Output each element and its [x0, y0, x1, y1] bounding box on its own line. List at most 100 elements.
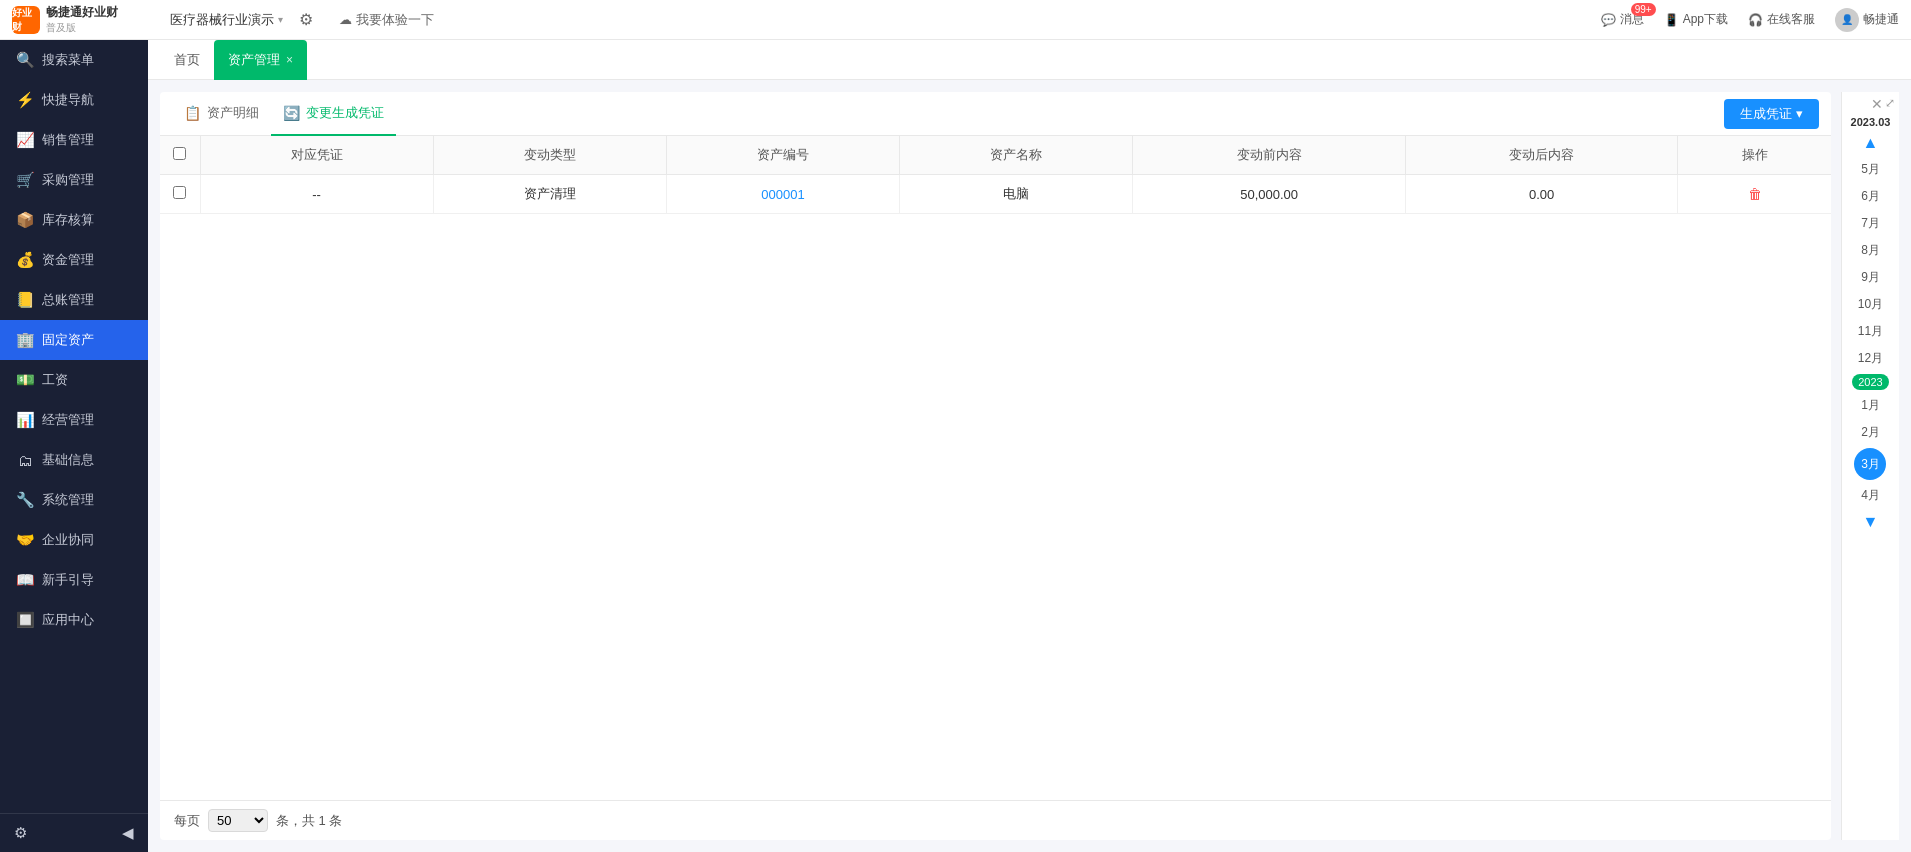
scroll-down-icon[interactable]: ▼ [1842, 509, 1899, 535]
finance-icon: 💰 [16, 251, 34, 269]
sidebar-item-guide[interactable]: 📖 新手引导 [0, 560, 148, 600]
sidebar-bottom: ⚙ ◀ [0, 813, 148, 852]
app-icon: 📱 [1664, 13, 1679, 27]
payroll-icon: 💵 [16, 371, 34, 389]
right-panel-close-icon[interactable]: ✕ [1871, 96, 1883, 112]
row-voucher: -- [200, 175, 433, 214]
delete-button[interactable]: 🗑 [1748, 186, 1762, 202]
collapse-icon[interactable]: ◀ [122, 824, 134, 842]
top-header: 好业财 畅捷通好业财 普及版 医疗器械行业演示 ▾ ⚙ ☁ 我要体验一下 💬 消… [0, 0, 1911, 40]
sidebar-item-payroll[interactable]: 💵工资 [0, 360, 148, 400]
generate-voucher-button[interactable]: 生成凭证 ▾ [1724, 99, 1819, 129]
sidebar-items: 🔍搜索菜单⚡快捷导航📈销售管理🛒采购管理📦库存核算💰资金管理 📒 总账管理 🏢固定资产… [0, 40, 148, 640]
guide-icon: 📖 [16, 571, 34, 589]
search-icon: 🔍 [16, 51, 34, 69]
month-item[interactable]: 7月 [1852, 210, 1888, 237]
scroll-up-icon[interactable]: ▲ [1842, 130, 1899, 156]
logo-text-block: 畅捷通好业财 普及版 [46, 4, 118, 35]
generate-voucher-label: 生成凭证 [1740, 105, 1792, 123]
tab-assets[interactable]: 资产管理 × [214, 40, 307, 80]
sidebar-item-label: 企业协同 [42, 531, 94, 549]
notification-icon: 💬 [1601, 13, 1616, 27]
sidebar-item-inventory[interactable]: 📦库存核算 [0, 200, 148, 240]
select-all-checkbox[interactable] [173, 147, 186, 160]
table-header-row: 对应凭证 变动类型 资产编号 资产名称 变动前内容 变动后内容 操作 [160, 136, 1831, 175]
month-item[interactable]: 10月 [1852, 291, 1888, 318]
col-action: 操作 [1678, 136, 1831, 175]
sidebar-item-fixed[interactable]: 🏢固定资产 [0, 320, 148, 360]
sidebar-item-quicknav[interactable]: ⚡快捷导航 [0, 80, 148, 120]
month-item[interactable]: 6月 [1852, 183, 1888, 210]
change-voucher-icon: 🔄 [283, 105, 300, 121]
row-after: 0.00 [1405, 175, 1678, 214]
notification-badge: 99+ [1631, 3, 1656, 16]
row-checkbox[interactable] [173, 186, 186, 199]
sidebar-item-appstore[interactable]: 🔲应用中心 [0, 600, 148, 640]
sidebar-item-label: 新手引导 [42, 571, 94, 589]
company-selector[interactable]: 医疗器械行业演示 ▾ [170, 11, 283, 29]
sub-tab-change-voucher-label: 变更生成凭证 [306, 104, 384, 122]
purchase-icon: 🛒 [16, 171, 34, 189]
sidebar-item-ledger[interactable]: 📒 总账管理 [0, 280, 148, 320]
ledger-icon: 📒 [16, 291, 34, 309]
app-download-item[interactable]: 📱 App下载 [1664, 11, 1728, 28]
sidebar-item-label: 基础信息 [42, 451, 94, 469]
sidebar-item-label: 系统管理 [42, 491, 94, 509]
right-panel-expand-icon[interactable]: ⤢ [1885, 96, 1895, 112]
sub-tab-asset-detail[interactable]: 📋 资产明细 [172, 92, 271, 136]
month-item[interactable]: 4月 [1852, 482, 1888, 509]
logo-app-name: 畅捷通好业财 [46, 4, 118, 21]
total-label: 条，共 1 条 [276, 812, 342, 830]
month-item[interactable]: 3月 [1854, 448, 1886, 480]
chevron-down-icon: ▾ [278, 14, 283, 25]
sidebar-item-purchase[interactable]: 🛒采购管理 [0, 160, 148, 200]
sub-tab-change-voucher[interactable]: 🔄 变更生成凭证 [271, 92, 396, 136]
month-item[interactable]: 8月 [1852, 237, 1888, 264]
sidebar-item-system[interactable]: 🔧 系统管理 [0, 480, 148, 520]
logo-area: 好业财 畅捷通好业财 普及版 [12, 4, 160, 35]
sidebar-item-label: 库存核算 [42, 211, 94, 229]
tab-home[interactable]: 首页 [160, 40, 214, 80]
sidebar-item-operations[interactable]: 📊 经营管理 [0, 400, 148, 440]
tab-close-icon[interactable]: × [286, 40, 293, 80]
col-after: 变动后内容 [1405, 136, 1678, 175]
operations-icon: 📊 [16, 411, 34, 429]
customer-service-item[interactable]: 🎧 在线客服 [1748, 11, 1815, 28]
month-item[interactable]: 9月 [1852, 264, 1888, 291]
col-voucher: 对应凭证 [200, 136, 433, 175]
month-item[interactable]: 1月 [1852, 392, 1888, 419]
page-content: 首页 资产管理 × 📋 资产明细 🔄 变更生成凭证 [148, 40, 1911, 852]
pagination-bar: 每页 50 10 20 100 条，共 1 条 [160, 800, 1831, 840]
month-item[interactable]: 12月 [1852, 345, 1888, 372]
per-page-select[interactable]: 50 10 20 100 [208, 809, 268, 832]
system-icon: 🔧 [16, 491, 34, 509]
month-item[interactable]: 2月 [1852, 419, 1888, 446]
experience-button[interactable]: ☁ 我要体验一下 [339, 11, 434, 29]
main-layout: 🔍搜索菜单⚡快捷导航📈销售管理🛒采购管理📦库存核算💰资金管理 📒 总账管理 🏢固定资产… [0, 40, 1911, 852]
row-before: 50,000.00 [1133, 175, 1406, 214]
change-voucher-table: 对应凭证 变动类型 资产编号 资产名称 变动前内容 变动后内容 操作 [160, 136, 1831, 214]
sidebar-item-label: 总账管理 [42, 291, 94, 309]
month-item[interactable]: 11月 [1852, 318, 1888, 345]
row-action: 🗑 [1678, 175, 1831, 214]
sidebar-item-finance[interactable]: 💰资金管理 [0, 240, 148, 280]
settings-bottom-icon[interactable]: ⚙ [14, 824, 27, 842]
appstore-icon: 🔲 [16, 611, 34, 629]
notification-item[interactable]: 💬 消息 99+ [1601, 11, 1644, 28]
sidebar-item-label: 快捷导航 [42, 91, 94, 109]
experience-label: 我要体验一下 [356, 11, 434, 29]
right-panel: ✕ ⤢ 2023.03 ▲ 5月6月7月8月9月10月11月12月20231月2… [1841, 92, 1899, 840]
user-item[interactable]: 👤 畅捷通 [1835, 8, 1899, 32]
settings-icon[interactable]: ⚙ [299, 10, 313, 29]
avatar: 👤 [1835, 8, 1859, 32]
year-badge[interactable]: 2023 [1852, 374, 1888, 390]
sidebar-item-basic[interactable]: 🗂基础信息 [0, 440, 148, 480]
sidebar-item-collab[interactable]: 🤝企业协同 [0, 520, 148, 560]
per-page-label: 每页 [174, 812, 200, 830]
sidebar-item-search[interactable]: 🔍搜索菜单 [0, 40, 148, 80]
sidebar-item-sales[interactable]: 📈销售管理 [0, 120, 148, 160]
sidebar-item-label: 固定资产 [42, 331, 94, 349]
sidebar: 🔍搜索菜单⚡快捷导航📈销售管理🛒采购管理📦库存核算💰资金管理 📒 总账管理 🏢固定资产… [0, 40, 148, 852]
sidebar-item-label: 经营管理 [42, 411, 94, 429]
month-item[interactable]: 5月 [1852, 156, 1888, 183]
